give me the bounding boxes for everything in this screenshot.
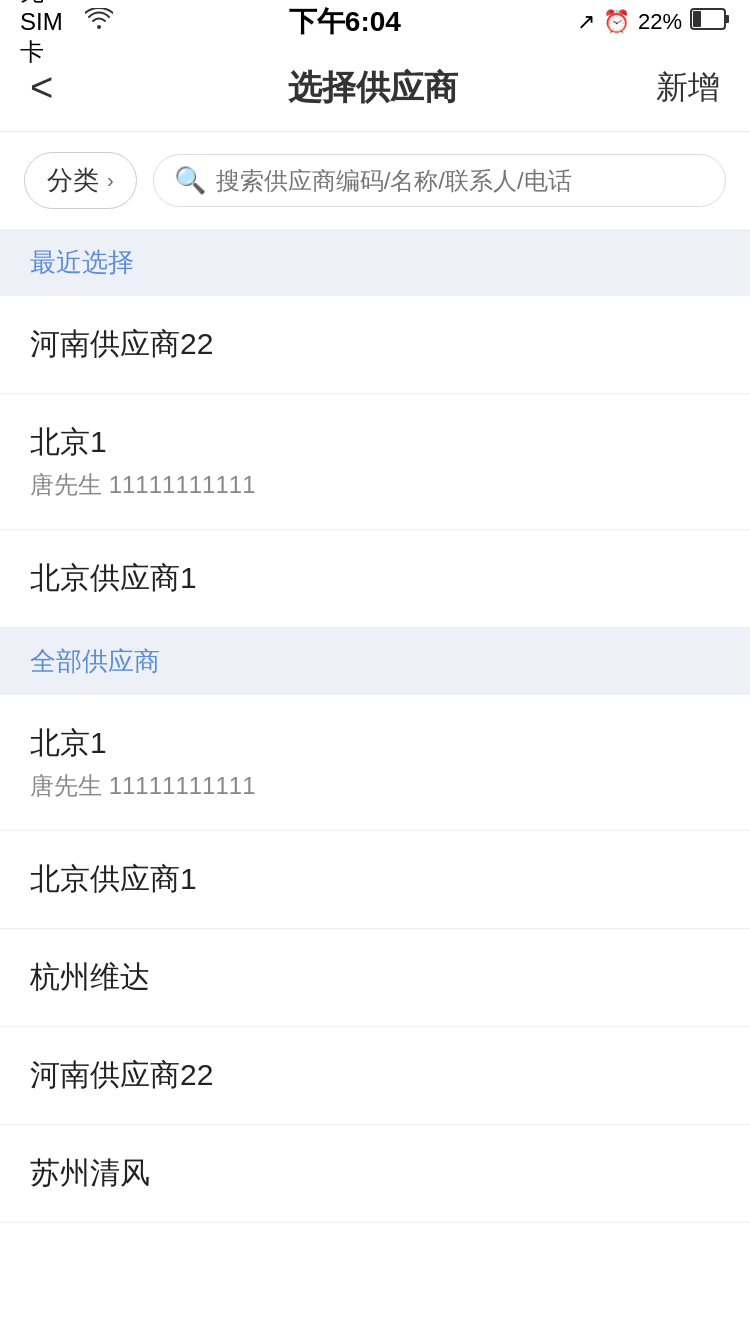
supplier-list: 最近选择河南供应商22 北京1 唐先生 11111111111 北京供应商1 全部… [0, 229, 750, 1223]
list-item[interactable]: 河南供应商22 [0, 1027, 750, 1125]
item-name: 北京1 [30, 422, 720, 463]
item-name: 河南供应商22 [30, 1055, 720, 1096]
filter-bar: 分类 › 🔍 [0, 132, 750, 229]
back-button[interactable]: < [30, 65, 90, 110]
list-item[interactable]: 北京供应商1 [0, 831, 750, 929]
status-bar: 无 SIM 卡 下午6:04 ↗ ⏰ 22% [0, 0, 750, 44]
status-time: 下午6:04 [289, 3, 401, 41]
list-item[interactable]: 杭州维达 [0, 929, 750, 1027]
wifi-icon [85, 8, 113, 36]
status-left: 无 SIM 卡 [20, 0, 113, 68]
search-input[interactable] [216, 167, 705, 195]
page-title: 选择供应商 [288, 65, 458, 111]
list-item[interactable]: 北京1 唐先生 11111111111 [0, 695, 750, 831]
location-icon: ↗ [577, 9, 595, 35]
search-icon: 🔍 [174, 165, 206, 196]
section-header-recent: 最近选择 [0, 229, 750, 296]
status-right: ↗ ⏰ 22% [577, 8, 730, 36]
item-name: 北京供应商1 [30, 558, 720, 599]
battery-label: 22% [638, 9, 682, 35]
item-detail: 唐先生 11111111111 [30, 469, 720, 501]
search-box: 🔍 [153, 154, 726, 207]
item-name: 杭州维达 [30, 957, 720, 998]
section-header-all: 全部供应商 [0, 628, 750, 695]
list-item[interactable]: 苏州清风 [0, 1125, 750, 1223]
category-label: 分类 [47, 163, 99, 198]
item-name: 河南供应商22 [30, 324, 720, 365]
item-name: 北京供应商1 [30, 859, 720, 900]
item-name: 苏州清风 [30, 1153, 720, 1194]
category-button[interactable]: 分类 › [24, 152, 137, 209]
list-item[interactable]: 北京供应商1 [0, 530, 750, 628]
svg-rect-1 [693, 11, 701, 27]
battery-icon [690, 8, 730, 36]
alarm-icon: ⏰ [603, 9, 630, 35]
carrier-label: 无 SIM 卡 [20, 0, 75, 68]
list-item[interactable]: 河南供应商22 [0, 296, 750, 394]
item-name: 北京1 [30, 723, 720, 764]
item-detail: 唐先生 11111111111 [30, 770, 720, 802]
chevron-right-icon: › [107, 169, 114, 192]
list-item[interactable]: 北京1 唐先生 11111111111 [0, 394, 750, 530]
svg-rect-2 [725, 15, 729, 23]
add-button[interactable]: 新增 [656, 66, 720, 110]
